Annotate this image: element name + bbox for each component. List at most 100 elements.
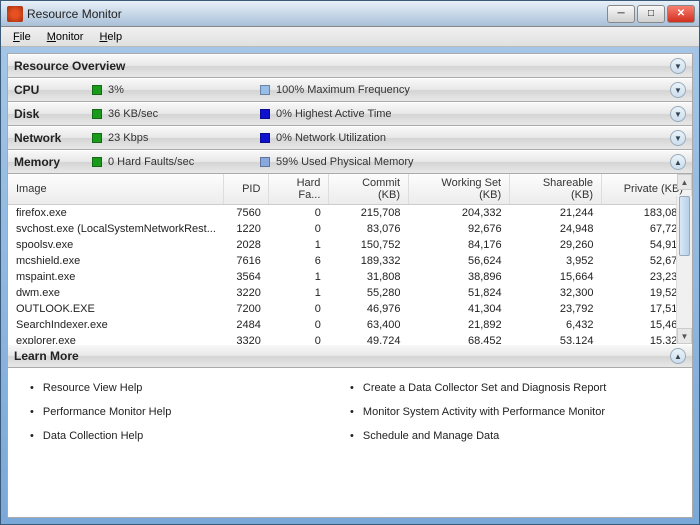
table-row[interactable]: mspaint.exe3564131,80838,89615,66423,232: [8, 269, 692, 285]
disk-label: Disk: [14, 107, 92, 121]
mem-used-swatch: [260, 157, 270, 167]
col-workingset[interactable]: Working Set (KB): [409, 174, 510, 205]
cell-commit: 189,332: [329, 253, 409, 269]
col-shareable[interactable]: Shareable (KB): [510, 174, 602, 205]
scroll-up-icon[interactable]: ▲: [677, 174, 692, 190]
chevron-up-icon[interactable]: ▲: [670, 348, 686, 364]
col-commit[interactable]: Commit (KB): [329, 174, 409, 205]
table-row[interactable]: dwm.exe3220155,28051,82432,30019,524: [8, 285, 692, 301]
cell-ws: 51,824: [409, 285, 510, 301]
memory-table-wrap: Image PID Hard Fa... Commit (KB) Working…: [8, 174, 692, 344]
cpu-header[interactable]: CPU 3% 100% Maximum Frequency ▼: [8, 78, 692, 102]
link-monitor-activity[interactable]: Monitor System Activity with Performance…: [350, 400, 670, 424]
table-row[interactable]: firefox.exe75600215,708204,33221,244183,…: [8, 205, 692, 221]
scroll-thumb[interactable]: [679, 196, 690, 256]
col-pid[interactable]: PID: [224, 174, 269, 205]
table-row[interactable]: mcshield.exe76166189,33256,6243,95252,67…: [8, 253, 692, 269]
titlebar: Resource Monitor ─ □ ✕: [1, 1, 699, 27]
cell-commit: 46,976: [329, 301, 409, 317]
cell-ws: 41,304: [409, 301, 510, 317]
cell-image: OUTLOOK.EXE: [8, 301, 224, 317]
cpu-usage-value: 3%: [108, 84, 260, 96]
cell-pid: 7560: [224, 205, 269, 221]
mem-used-value: 59% Used Physical Memory: [276, 156, 414, 168]
cell-share: 3,952: [510, 253, 602, 269]
cell-pid: 2484: [224, 317, 269, 333]
col-image[interactable]: Image: [8, 174, 224, 205]
table-row[interactable]: OUTLOOK.EXE7200046,97641,30423,79217,512: [8, 301, 692, 317]
cell-image: mcshield.exe: [8, 253, 224, 269]
net-rate-value: 23 Kbps: [108, 132, 260, 144]
cell-commit: 55,280: [329, 285, 409, 301]
overview-header[interactable]: Resource Overview ▼: [8, 54, 692, 78]
scrollbar[interactable]: ▲ ▼: [676, 196, 692, 344]
cell-share: 23,792: [510, 301, 602, 317]
link-schedule-data[interactable]: Schedule and Manage Data: [350, 424, 670, 448]
link-perfmon-help[interactable]: Performance Monitor Help: [30, 400, 350, 424]
cell-image: mspaint.exe: [8, 269, 224, 285]
cell-share: 15,664: [510, 269, 602, 285]
cpu-freq-swatch: [260, 85, 270, 95]
cell-pid: 2028: [224, 237, 269, 253]
cell-commit: 150,752: [329, 237, 409, 253]
table-row[interactable]: svchost.exe (LocalSystemNetworkRest...12…: [8, 221, 692, 237]
cell-ws: 56,624: [409, 253, 510, 269]
cell-share: 53,124: [510, 333, 602, 345]
cell-hf: 0: [269, 317, 329, 333]
memory-table: Image PID Hard Fa... Commit (KB) Working…: [8, 174, 692, 344]
table-row[interactable]: explorer.exe3320049,72468,45253,12415,32…: [8, 333, 692, 345]
col-hardfaults[interactable]: Hard Fa...: [269, 174, 329, 205]
cell-commit: 49,724: [329, 333, 409, 345]
overview-title: Resource Overview: [14, 59, 125, 73]
disk-header[interactable]: Disk 36 KB/sec 0% Highest Active Time ▼: [8, 102, 692, 126]
table-row[interactable]: SearchIndexer.exe2484063,40021,8926,4321…: [8, 317, 692, 333]
link-resource-view-help[interactable]: Resource View Help: [30, 376, 350, 400]
cell-pid: 3220: [224, 285, 269, 301]
scroll-down-icon[interactable]: ▼: [677, 328, 692, 344]
table-row[interactable]: spoolsv.exe20281150,75284,17629,26054,91…: [8, 237, 692, 253]
cell-share: 6,432: [510, 317, 602, 333]
net-util-swatch: [260, 133, 270, 143]
link-create-collector-set[interactable]: Create a Data Collector Set and Diagnosi…: [350, 376, 670, 400]
close-button[interactable]: ✕: [667, 5, 695, 23]
network-header[interactable]: Network 23 Kbps 0% Network Utilization ▼: [8, 126, 692, 150]
cell-image: firefox.exe: [8, 205, 224, 221]
cell-hf: 0: [269, 301, 329, 317]
menu-help[interactable]: Help: [91, 29, 130, 45]
chevron-down-icon[interactable]: ▼: [670, 106, 686, 122]
cpu-freq-value: 100% Maximum Frequency: [276, 84, 410, 96]
memory-header[interactable]: Memory 0 Hard Faults/sec 59% Used Physic…: [8, 150, 692, 174]
net-rate-swatch: [92, 133, 102, 143]
menu-monitor[interactable]: Monitor: [39, 29, 92, 45]
learn-more-body: Resource View Help Performance Monitor H…: [8, 368, 692, 517]
cell-hf: 1: [269, 269, 329, 285]
cell-ws: 92,676: [409, 221, 510, 237]
cell-hf: 0: [269, 333, 329, 345]
mem-faults-value: 0 Hard Faults/sec: [108, 156, 260, 168]
cell-share: 21,244: [510, 205, 602, 221]
cell-ws: 84,176: [409, 237, 510, 253]
maximize-button[interactable]: □: [637, 5, 665, 23]
cell-pid: 7616: [224, 253, 269, 269]
chevron-up-icon[interactable]: ▲: [670, 154, 686, 170]
minimize-button[interactable]: ─: [607, 5, 635, 23]
learn-more-header[interactable]: Learn More ▲: [8, 344, 692, 368]
disk-rate-value: 36 KB/sec: [108, 108, 260, 120]
network-label: Network: [14, 131, 92, 145]
chevron-down-icon[interactable]: ▼: [670, 58, 686, 74]
cpu-usage-swatch: [92, 85, 102, 95]
chevron-down-icon[interactable]: ▼: [670, 130, 686, 146]
chevron-down-icon[interactable]: ▼: [670, 82, 686, 98]
app-icon: [7, 6, 23, 22]
cell-commit: 63,400: [329, 317, 409, 333]
disk-active-value: 0% Highest Active Time: [276, 108, 392, 120]
cell-hf: 0: [269, 205, 329, 221]
window-title: Resource Monitor: [27, 7, 605, 21]
link-data-collection-help[interactable]: Data Collection Help: [30, 424, 350, 448]
cell-share: 29,260: [510, 237, 602, 253]
menu-file[interactable]: File: [5, 29, 39, 45]
cell-image: SearchIndexer.exe: [8, 317, 224, 333]
cell-share: 32,300: [510, 285, 602, 301]
cell-image: spoolsv.exe: [8, 237, 224, 253]
menubar: File Monitor Help: [1, 27, 699, 47]
